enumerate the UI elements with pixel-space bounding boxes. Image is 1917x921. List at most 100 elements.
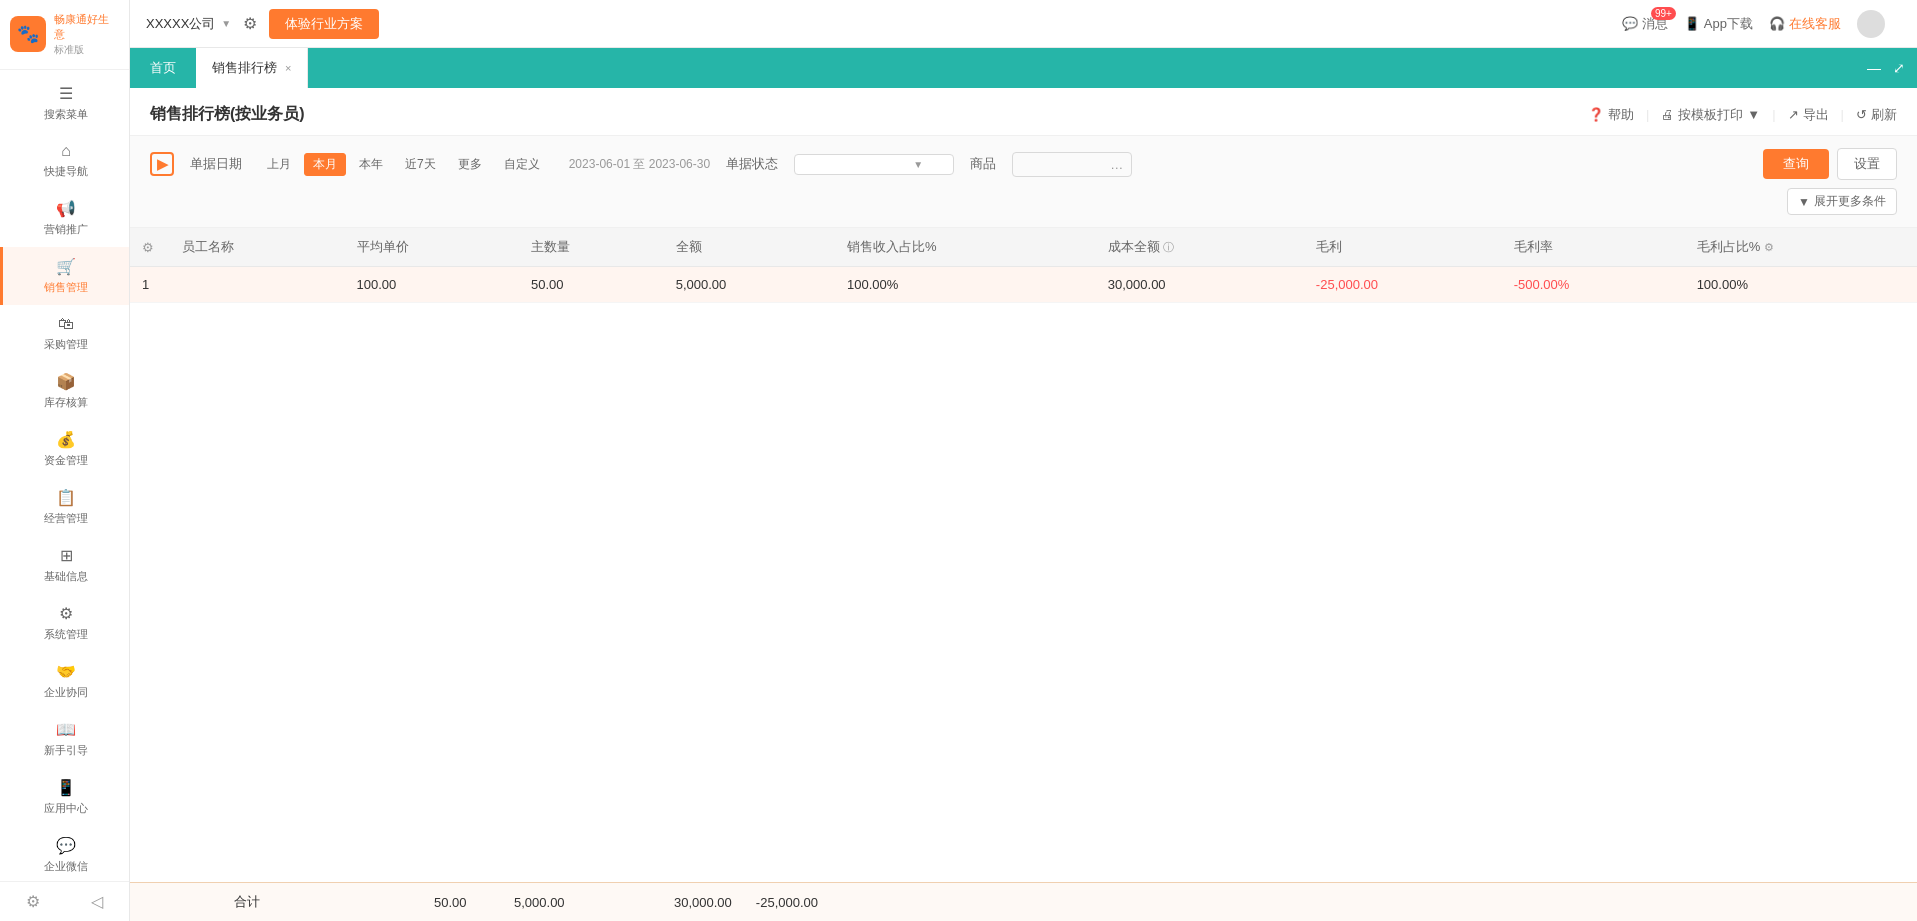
cost-info-icon[interactable]: ⓘ [1163,241,1174,253]
settings-button[interactable]: 设置 [1837,148,1897,180]
sidebar-label-purchase: 采购管理 [44,337,88,352]
app-icon: 📱 [1684,16,1700,31]
avatar[interactable] [1857,10,1885,38]
status-select[interactable]: ▼ [794,154,954,175]
sidebar-item-wecom[interactable]: 💬 企业微信 [0,826,129,881]
date-tab-this-year[interactable]: 本年 [350,153,392,176]
print-btn[interactable]: 🖨 按模板打印 ▼ [1661,106,1760,124]
col-name: 员工名称 [170,228,345,267]
sidebar-item-basic-info[interactable]: ⊞ 基础信息 [0,536,129,594]
date-tab-this-month[interactable]: 本月 [304,153,346,176]
help-btn[interactable]: ❓ 帮助 [1588,106,1634,124]
logo-area: 🐾 畅康通好生意 标准版 [0,0,129,70]
tab-close-icon[interactable]: × [285,62,291,74]
col-gross: 毛利 [1304,228,1502,267]
sidebar-item-appstore[interactable]: 📱 应用中心 [0,768,129,826]
content-area: 销售排行榜(按业务员) ❓ 帮助 | 🖨 按模板打印 ▼ | ↗ [130,88,1917,921]
sidebar-nav: ☰ 搜索菜单 ⌂ 快捷导航 📢 营销推广 🛒 销售管理 🛍 采购管理 📦 库存核… [0,70,129,881]
cell-name [170,267,345,303]
divider1: | [1646,107,1649,122]
sidebar-settings-btn[interactable]: ⚙ [26,892,40,911]
col-avg-price: 平均单价 [345,228,520,267]
msg-badge: 99+ [1651,7,1676,20]
date-tab-7days[interactable]: 近7天 [396,153,445,176]
status-select-arrow-icon: ▼ [913,159,923,170]
sidebar-label-basic: 基础信息 [44,569,88,584]
sidebar-item-guide[interactable]: 📖 新手引导 [0,710,129,768]
refresh-btn[interactable]: ↺ 刷新 [1856,106,1897,124]
col-qty: 主数量 [519,228,664,267]
sidebar: 🐾 畅康通好生意 标准版 ☰ 搜索菜单 ⌂ 快捷导航 📢 营销推广 🛒 销售管理… [0,0,130,921]
service-label: 在线客服 [1789,15,1841,33]
system-icon: ⚙ [59,604,73,623]
sidebar-item-operations[interactable]: 📋 经营管理 [0,478,129,536]
goods-input[interactable]: … [1012,152,1132,177]
tab-home[interactable]: 首页 [130,48,196,88]
filter-bar: ▶ 单据日期 上月 本月 本年 近7天 更多 自定义 2023-06-01 至 … [130,136,1917,228]
date-tab-last-month[interactable]: 上月 [258,153,300,176]
goods-label: 商品 [970,155,996,173]
app-download-btn[interactable]: 📱 App下载 [1684,15,1753,33]
wecom-icon: 💬 [56,836,76,855]
table-container: ⚙ 员工名称 平均单价 主数量 全额 销售收入占比% 成本全额 ⓘ 毛利 毛利率… [130,228,1917,882]
topbar-settings-icon[interactable]: ⚙ [243,14,257,33]
sidebar-collapse-btn[interactable]: ◁ [91,892,103,911]
footer-qty: 50.00 [422,895,502,910]
date-tab-custom[interactable]: 自定义 [495,153,549,176]
cell-gross-rate: -500.00% [1502,267,1685,303]
app-name: 畅康通好生意 [54,12,119,43]
cell-gross-pct: 100.00% [1685,267,1917,303]
date-tab-more[interactable]: 更多 [449,153,491,176]
refresh-icon: ↺ [1856,107,1867,122]
sidebar-item-marketing[interactable]: 📢 营销推广 [0,189,129,247]
sidebar-item-inventory[interactable]: 📦 库存核算 [0,362,129,420]
expand-more-btn[interactable]: ▼ 展开更多条件 [1787,188,1897,215]
goods-browse-icon[interactable]: … [1110,157,1123,172]
maximize-icon[interactable]: ⤢ [1893,60,1905,76]
tabbar: 首页 销售排行榜 × — ⤢ [130,48,1917,88]
col-gross-rate: 毛利率 [1502,228,1685,267]
sidebar-item-finance[interactable]: 💰 资金管理 [0,420,129,478]
company-arrow-icon: ▼ [221,18,231,29]
app-label: App下载 [1704,15,1753,33]
sidebar-item-cooperation[interactable]: 🤝 企业协同 [0,652,129,710]
sidebar-label-inventory: 库存核算 [44,395,88,410]
sidebar-item-purchase[interactable]: 🛍 采购管理 [0,305,129,362]
topbar: XXXXX公司 ▼ ⚙ 体验行业方案 💬 消息 99+ 📱 App下载 🎧 在线… [130,0,1917,48]
sidebar-item-quick-nav[interactable]: ⌂ 快捷导航 [0,132,129,189]
sidebar-item-sales[interactable]: 🛒 销售管理 [0,247,129,305]
gross-pct-info-icon[interactable]: ⚙ [1764,241,1774,253]
footer-gross: -25,000.00 [744,895,830,910]
main-area: XXXXX公司 ▼ ⚙ 体验行业方案 💬 消息 99+ 📱 App下载 🎧 在线… [130,0,1917,921]
export-btn[interactable]: ↗ 导出 [1788,106,1829,124]
appstore-icon: 📱 [56,778,76,797]
footer-total-label: 合计 [222,893,342,911]
query-button[interactable]: 查询 [1763,149,1829,179]
sales-icon: 🛒 [56,257,76,276]
col-settings-icon[interactable]: ⚙ [130,228,170,267]
export-label: 导出 [1803,106,1829,124]
table-body: 1 100.00 50.00 5,000.00 100.00% 30,000.0… [130,267,1917,303]
trial-button[interactable]: 体验行业方案 [269,9,379,39]
filter-expand-arrow[interactable]: ▶ [150,152,174,176]
sidebar-item-system[interactable]: ⚙ 系统管理 [0,594,129,652]
page-container: 销售排行榜(按业务员) ❓ 帮助 | 🖨 按模板打印 ▼ | ↗ [130,88,1917,921]
company-selector[interactable]: XXXXX公司 ▼ [146,15,231,33]
page-title: 销售排行榜(按业务员) [150,104,305,125]
sidebar-label-search: 搜索菜单 [44,107,88,122]
expand-down-icon: ▼ [1798,195,1810,209]
table-header: ⚙ 员工名称 平均单价 主数量 全额 销售收入占比% 成本全额 ⓘ 毛利 毛利率… [130,228,1917,267]
online-service-btn[interactable]: 🎧 在线客服 [1769,15,1841,33]
tab-sales-ranking[interactable]: 销售排行榜 × [196,48,308,88]
sidebar-label-operations: 经营管理 [44,511,88,526]
sidebar-item-search[interactable]: ☰ 搜索菜单 [0,74,129,132]
app-version: 标准版 [54,43,119,57]
refresh-label: 刷新 [1871,106,1897,124]
message-btn[interactable]: 💬 消息 99+ [1622,15,1668,33]
company-name: XXXXX公司 [146,15,215,33]
help-icon: ❓ [1588,107,1604,122]
minimize-icon[interactable]: — [1867,60,1881,76]
cell-qty: 50.00 [519,267,664,303]
ranking-table: ⚙ 员工名称 平均单价 主数量 全额 销售收入占比% 成本全额 ⓘ 毛利 毛利率… [130,228,1917,303]
export-icon: ↗ [1788,107,1799,122]
